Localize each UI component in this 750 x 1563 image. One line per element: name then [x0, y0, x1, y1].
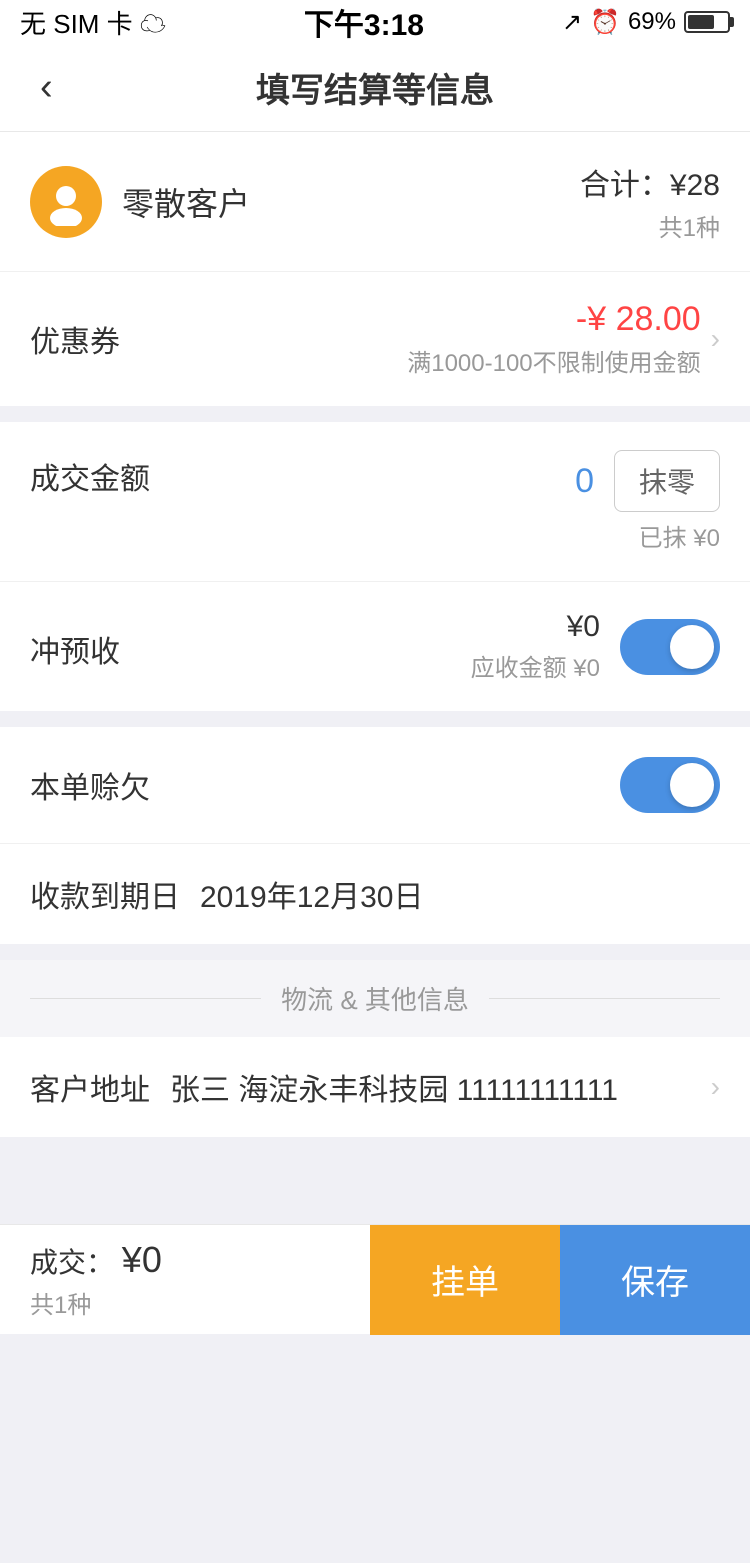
battery-icon	[684, 11, 730, 33]
divider-left	[30, 998, 261, 999]
address-chevron-icon: ›	[711, 1071, 720, 1103]
coupon-label: 优惠券	[30, 317, 120, 361]
coupon-discount: -¥ 28.00	[407, 300, 700, 339]
status-right: ↗ ⏰ 69%	[562, 8, 730, 37]
bottom-deal-row: 成交： ¥0	[30, 1239, 340, 1281]
coupon-row[interactable]: 优惠券 -¥ 28.00 满1000-100不限制使用金额 ›	[0, 271, 750, 406]
divider-right	[489, 998, 720, 999]
precollect-right: ¥0 应收金额 ¥0	[471, 610, 720, 683]
deal-label: 成交金额	[30, 450, 150, 498]
save-button[interactable]: 保存	[560, 1225, 750, 1335]
page-title: 填写结算等信息	[256, 63, 494, 112]
deal-row: 成交金额 0 抹零 已抹 ¥0	[0, 422, 750, 581]
status-time: 下午3:18	[304, 0, 424, 44]
bottom-bar: 成交： ¥0 共1种 挂单 保存	[0, 1224, 750, 1334]
alarm-icon: ⏰	[590, 8, 620, 37]
logistics-title: 物流 & 其他信息	[281, 980, 469, 1017]
total-amount: 合计：¥28	[580, 160, 720, 204]
precollect-row: 冲预收 ¥0 应收金额 ¥0	[0, 581, 750, 711]
bottom-deal-info: 成交： ¥0 共1种	[0, 1239, 370, 1320]
bottom-deal-amount: ¥0	[122, 1239, 162, 1280]
location-icon: ↗	[562, 8, 582, 37]
precollect-toggle[interactable]	[620, 619, 720, 675]
precollect-amount: ¥0	[471, 610, 600, 644]
customer-row: 零散客户 合计：¥28 共1种	[0, 132, 750, 271]
back-button[interactable]: ‹	[30, 56, 63, 119]
coupon-description: 满1000-100不限制使用金额	[407, 343, 700, 378]
address-row[interactable]: 客户地址 张三 海淀永丰科技园 11111111111 ›	[0, 1037, 750, 1137]
debt-section: 本单赊欠 收款到期日 2019年12月30日	[0, 727, 750, 944]
address-value: 张三 海淀永丰科技园 11111111111	[170, 1065, 711, 1109]
total-count: 共1种	[580, 208, 720, 243]
debt-toggle[interactable]	[620, 757, 720, 813]
customer-section: 零散客户 合计：¥28 共1种 优惠券 -¥ 28.00 满1000-100不限…	[0, 132, 750, 406]
deal-value: 0	[554, 462, 594, 501]
coupon-right: -¥ 28.00 满1000-100不限制使用金额 ›	[407, 300, 720, 378]
deal-sub: 已抹 ¥0	[554, 518, 720, 553]
bottom-deal-count: 共1种	[30, 1285, 340, 1320]
customer-info: 零散客户	[30, 166, 250, 238]
precollect-sub: 应收金额 ¥0	[471, 648, 600, 683]
deal-section: 成交金额 0 抹零 已抹 ¥0 冲预收 ¥0 应收金额 ¥0	[0, 422, 750, 711]
status-bar: 无 SIM 卡 ☁ 下午3:18 ↗ ⏰ 69%	[0, 0, 750, 44]
toggle-knob	[670, 625, 714, 669]
coupon-info: -¥ 28.00 满1000-100不限制使用金额	[407, 300, 700, 378]
precollect-label: 冲预收	[30, 623, 120, 671]
logistics-header: 物流 & 其他信息	[0, 960, 750, 1037]
status-left: 无 SIM 卡 ☁	[20, 4, 166, 41]
chevron-right-icon: ›	[711, 323, 720, 355]
debt-toggle-knob	[670, 763, 714, 807]
debt-row: 本单赊欠	[0, 727, 750, 843]
debt-label: 本单赊欠	[30, 763, 150, 807]
precollect-info: ¥0 应收金额 ¥0	[471, 610, 600, 683]
bottom-deal-label: 成交：	[30, 1247, 114, 1278]
nav-bar: ‹ 填写结算等信息	[0, 44, 750, 132]
customer-total: 合计：¥28 共1种	[580, 160, 720, 243]
customer-name: 零散客户	[122, 179, 250, 225]
avatar	[30, 166, 102, 238]
sim-label: 无 SIM 卡 ☁	[20, 4, 166, 41]
address-label: 客户地址	[30, 1065, 150, 1109]
rounding-button[interactable]: 抹零	[614, 450, 720, 512]
due-date-row: 收款到期日 2019年12月30日	[0, 843, 750, 944]
due-date-label: 收款到期日	[30, 872, 180, 916]
deal-right: 0 抹零 已抹 ¥0	[554, 450, 720, 553]
logistics-section: 物流 & 其他信息 客户地址 张三 海淀永丰科技园 11111111111 ›	[0, 960, 750, 1137]
battery-label: 69%	[628, 8, 676, 36]
pending-button[interactable]: 挂单	[370, 1225, 560, 1335]
due-date-value: 2019年12月30日	[200, 872, 423, 916]
